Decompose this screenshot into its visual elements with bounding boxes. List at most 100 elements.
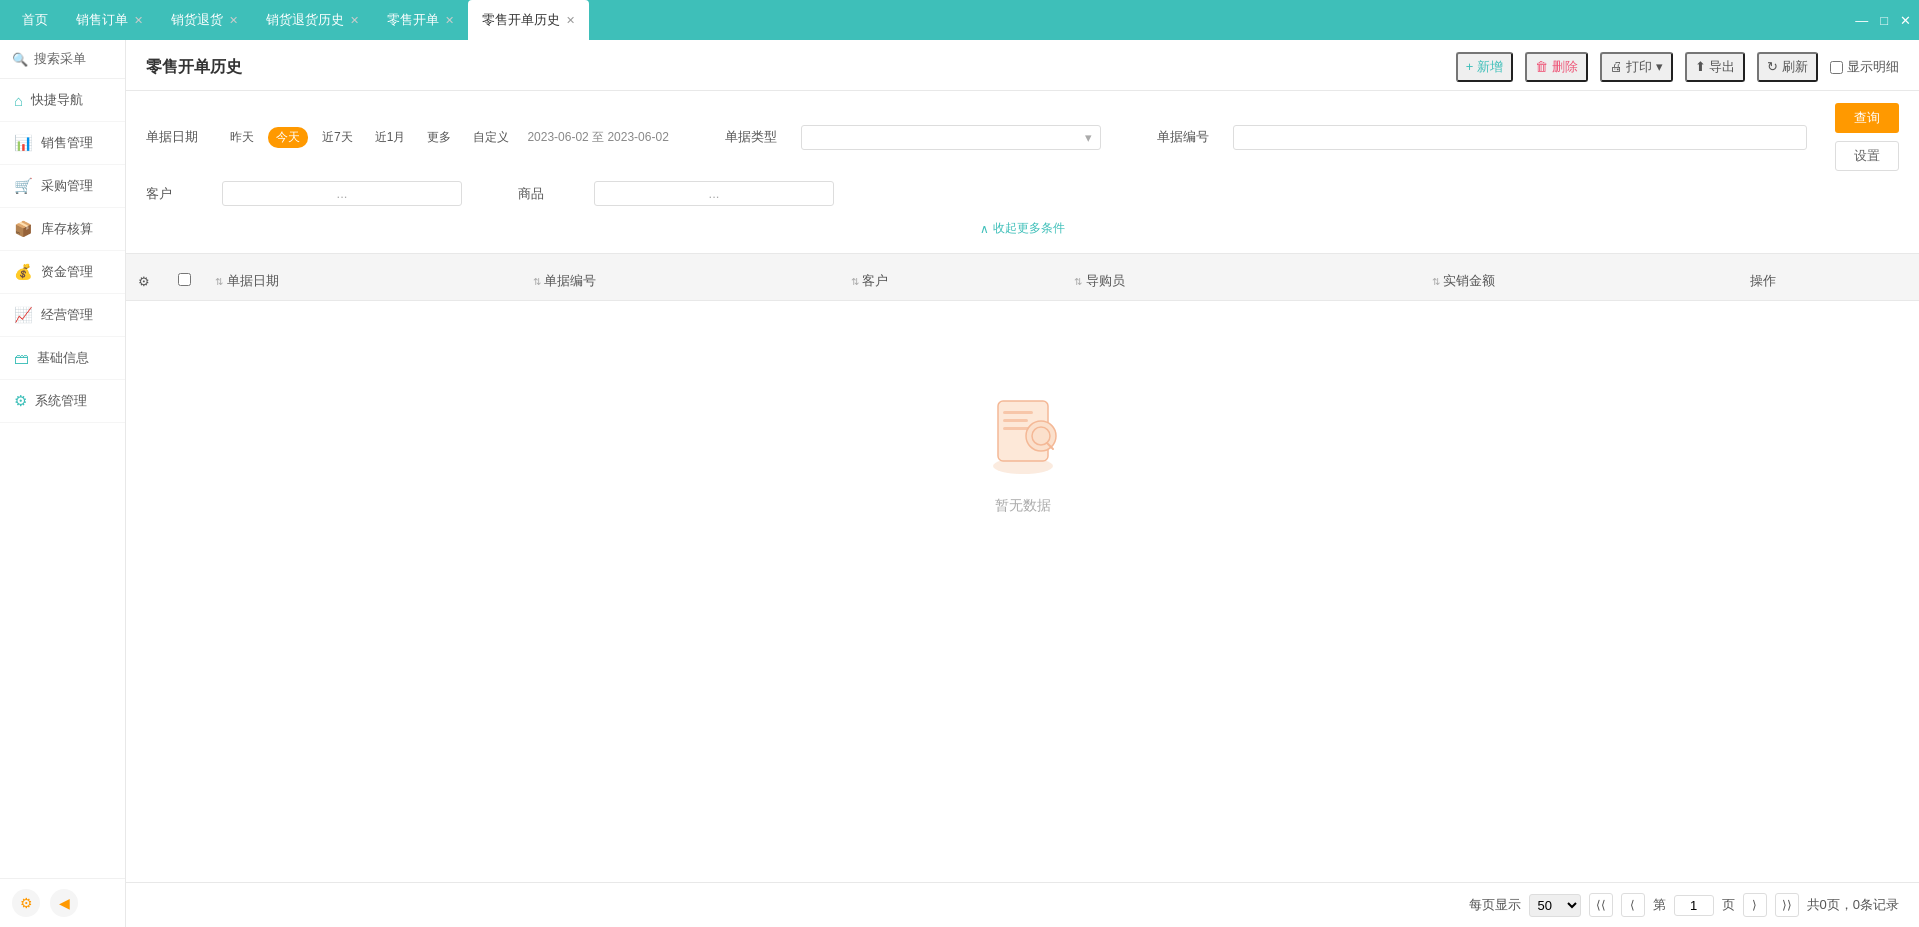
th-customer[interactable]: ⇅ 客户 bbox=[839, 262, 1063, 301]
filter-area: 单据日期 昨天 今天 近7天 近1月 更多 自定义 2023-06-02 至 2… bbox=[126, 91, 1919, 254]
date-label: 单据日期 bbox=[146, 128, 206, 146]
sort-icon-date: ⇅ bbox=[215, 276, 223, 287]
content-area: 零售开单历史 + 新增 🗑 删除 🖨 打印 ▾ ⬆ 导出 ↻ 刷新 显示明细 单… bbox=[126, 40, 1919, 927]
close-tab-retail-history[interactable]: ✕ bbox=[566, 14, 575, 27]
date-buttons: 昨天 今天 近7天 近1月 更多 自定义 2023-06-02 至 2023-0… bbox=[222, 127, 669, 148]
table-container: ⚙ ⇅ 单据日期 ⇅ 单据编号 ⇅ 客户 ⇅ 导购员 ⇅ 实销金额 操作 bbox=[126, 262, 1919, 882]
collapse-button[interactable]: ∧ 收起更多条件 bbox=[146, 216, 1899, 241]
date-btn-custom[interactable]: 自定义 bbox=[465, 127, 517, 148]
window-minimize[interactable]: — bbox=[1855, 13, 1868, 28]
sidebar-item-quicknav[interactable]: ⌂ 快捷导航 bbox=[0, 79, 125, 122]
tab-retail-history[interactable]: 零售开单历史 ✕ bbox=[468, 0, 589, 40]
sort-icon-guide: ⇅ bbox=[1074, 276, 1082, 287]
empty-text: 暂无数据 bbox=[995, 497, 1051, 515]
sidebar-item-system[interactable]: ⚙ 系统管理 bbox=[0, 380, 125, 423]
sidebar-item-operations[interactable]: 📈 经营管理 bbox=[0, 294, 125, 337]
sidebar-item-finance[interactable]: 💰 资金管理 bbox=[0, 251, 125, 294]
sidebar-bottom: ⚙ ◀ bbox=[0, 878, 125, 927]
empty-illustration bbox=[973, 381, 1073, 481]
page-first-btn[interactable]: ⟨⟨ bbox=[1589, 893, 1613, 917]
svg-rect-3 bbox=[1003, 419, 1028, 422]
date-btn-7days[interactable]: 近7天 bbox=[314, 127, 361, 148]
query-button[interactable]: 查询 bbox=[1835, 103, 1899, 133]
collapse-sidebar-btn[interactable]: ◀ bbox=[50, 889, 78, 917]
main-layout: 🔍 搜索采单 ⌂ 快捷导航 📊 销售管理 🛒 采购管理 📦 库存核算 💰 资金管… bbox=[0, 40, 1919, 927]
date-btn-yesterday[interactable]: 昨天 bbox=[222, 127, 262, 148]
th-guide[interactable]: ⇅ 导购员 bbox=[1062, 262, 1333, 301]
close-tab-return[interactable]: ✕ bbox=[229, 14, 238, 27]
per-page-select[interactable]: 10 20 50 100 bbox=[1529, 894, 1581, 917]
sidebar-search[interactable]: 🔍 搜索采单 bbox=[0, 40, 125, 79]
th-number[interactable]: ⇅ 单据编号 bbox=[521, 262, 839, 301]
table-header-row: ⚙ ⇅ 单据日期 ⇅ 单据编号 ⇅ 客户 ⇅ 导购员 ⇅ 实销金额 操作 bbox=[126, 262, 1919, 301]
page-last-btn[interactable]: ⟩⟩ bbox=[1775, 893, 1799, 917]
finance-icon: 💰 bbox=[14, 263, 33, 281]
total-text: 共0页，0条记录 bbox=[1807, 896, 1899, 914]
customer-input[interactable]: ... bbox=[222, 181, 462, 206]
toolbar: + 新增 🗑 删除 🖨 打印 ▾ ⬆ 导出 ↻ 刷新 显示明细 bbox=[1456, 52, 1899, 82]
sort-icon-number: ⇅ bbox=[533, 276, 541, 287]
svg-rect-2 bbox=[1003, 411, 1033, 414]
per-page-label: 每页显示 bbox=[1469, 896, 1521, 914]
th-amount[interactable]: ⇅ 实销金额 bbox=[1420, 262, 1738, 301]
basics-icon: 🗃 bbox=[14, 350, 29, 367]
print-button[interactable]: 🖨 打印 ▾ bbox=[1600, 52, 1673, 82]
operations-icon: 📈 bbox=[14, 306, 33, 324]
th-action: 操作 bbox=[1738, 262, 1919, 301]
th-date[interactable]: ⇅ 单据日期 bbox=[203, 262, 521, 301]
date-btn-1month[interactable]: 近1月 bbox=[367, 127, 414, 148]
page-prev-btn[interactable]: ⟨ bbox=[1621, 893, 1645, 917]
page-header: 零售开单历史 + 新增 🗑 删除 🖨 打印 ▾ ⬆ 导出 ↻ 刷新 显示明细 bbox=[126, 40, 1919, 91]
search-icon: 🔍 bbox=[12, 52, 28, 67]
filter-row-2: 客户 ... 商品 ... bbox=[146, 181, 1899, 206]
collapse-icon: ∧ bbox=[980, 222, 989, 236]
date-range-display: 2023-06-02 至 2023-06-02 bbox=[527, 129, 668, 146]
inventory-icon: 📦 bbox=[14, 220, 33, 238]
tab-return[interactable]: 销货退货 ✕ bbox=[157, 0, 252, 40]
delete-button[interactable]: 🗑 删除 bbox=[1525, 52, 1588, 82]
type-label: 单据类型 bbox=[725, 128, 785, 146]
settings-bottom-btn[interactable]: ⚙ bbox=[12, 889, 40, 917]
goods-label: 商品 bbox=[518, 185, 578, 203]
display-detail-checkbox[interactable]: 显示明细 bbox=[1830, 58, 1899, 76]
date-btn-today[interactable]: 今天 bbox=[268, 127, 308, 148]
sidebar-item-basics[interactable]: 🗃 基础信息 bbox=[0, 337, 125, 380]
goods-input[interactable]: ... bbox=[594, 181, 834, 206]
page-unit: 页 bbox=[1722, 896, 1735, 914]
export-button[interactable]: ⬆ 导出 bbox=[1685, 52, 1746, 82]
window-maximize[interactable]: □ bbox=[1880, 13, 1888, 28]
date-btn-more[interactable]: 更多 bbox=[419, 127, 459, 148]
tab-return-history[interactable]: 销货退货历史 ✕ bbox=[252, 0, 373, 40]
number-input[interactable] bbox=[1233, 125, 1807, 150]
close-tab-sales-order[interactable]: ✕ bbox=[134, 14, 143, 27]
add-button[interactable]: + 新增 bbox=[1456, 52, 1513, 82]
home-icon: ⌂ bbox=[14, 92, 23, 109]
sidebar-item-sales[interactable]: 📊 销售管理 bbox=[0, 122, 125, 165]
close-tab-retail-order[interactable]: ✕ bbox=[445, 14, 454, 27]
th-settings[interactable]: ⚙ bbox=[126, 262, 166, 301]
customer-label: 客户 bbox=[146, 185, 206, 203]
pagination: 每页显示 10 20 50 100 ⟨⟨ ⟨ 第 页 ⟩ ⟩⟩ 共0页，0条记录 bbox=[126, 882, 1919, 927]
sidebar-item-inventory[interactable]: 📦 库存核算 bbox=[0, 208, 125, 251]
tab-bar: 首页 销售订单 ✕ 销货退货 ✕ 销货退货历史 ✕ 零售开单 ✕ 零售开单历史 … bbox=[0, 0, 1919, 40]
th-checkbox[interactable] bbox=[166, 262, 203, 301]
type-select-arrow: ▾ bbox=[1085, 130, 1092, 145]
tab-home[interactable]: 首页 bbox=[8, 11, 62, 29]
page-label: 第 bbox=[1653, 896, 1666, 914]
sidebar: 🔍 搜索采单 ⌂ 快捷导航 📊 销售管理 🛒 采购管理 📦 库存核算 💰 资金管… bbox=[0, 40, 126, 927]
window-controls: — □ ✕ bbox=[1855, 13, 1911, 28]
page-next-btn[interactable]: ⟩ bbox=[1743, 893, 1767, 917]
window-close[interactable]: ✕ bbox=[1900, 13, 1911, 28]
filter-settings-button[interactable]: 设置 bbox=[1835, 141, 1899, 171]
data-table: ⚙ ⇅ 单据日期 ⇅ 单据编号 ⇅ 客户 ⇅ 导购员 ⇅ 实销金额 操作 bbox=[126, 262, 1919, 301]
close-tab-return-history[interactable]: ✕ bbox=[350, 14, 359, 27]
page-title: 零售开单历史 bbox=[146, 57, 1456, 78]
filter-row-1: 单据日期 昨天 今天 近7天 近1月 更多 自定义 2023-06-02 至 2… bbox=[146, 103, 1899, 171]
tab-sales-order[interactable]: 销售订单 ✕ bbox=[62, 0, 157, 40]
page-number-input[interactable] bbox=[1674, 895, 1714, 916]
type-select[interactable]: ▾ bbox=[801, 125, 1101, 150]
sidebar-item-purchase[interactable]: 🛒 采购管理 bbox=[0, 165, 125, 208]
th-spacer bbox=[1333, 262, 1420, 301]
tab-retail-order[interactable]: 零售开单 ✕ bbox=[373, 0, 468, 40]
refresh-button[interactable]: ↻ 刷新 bbox=[1757, 52, 1818, 82]
